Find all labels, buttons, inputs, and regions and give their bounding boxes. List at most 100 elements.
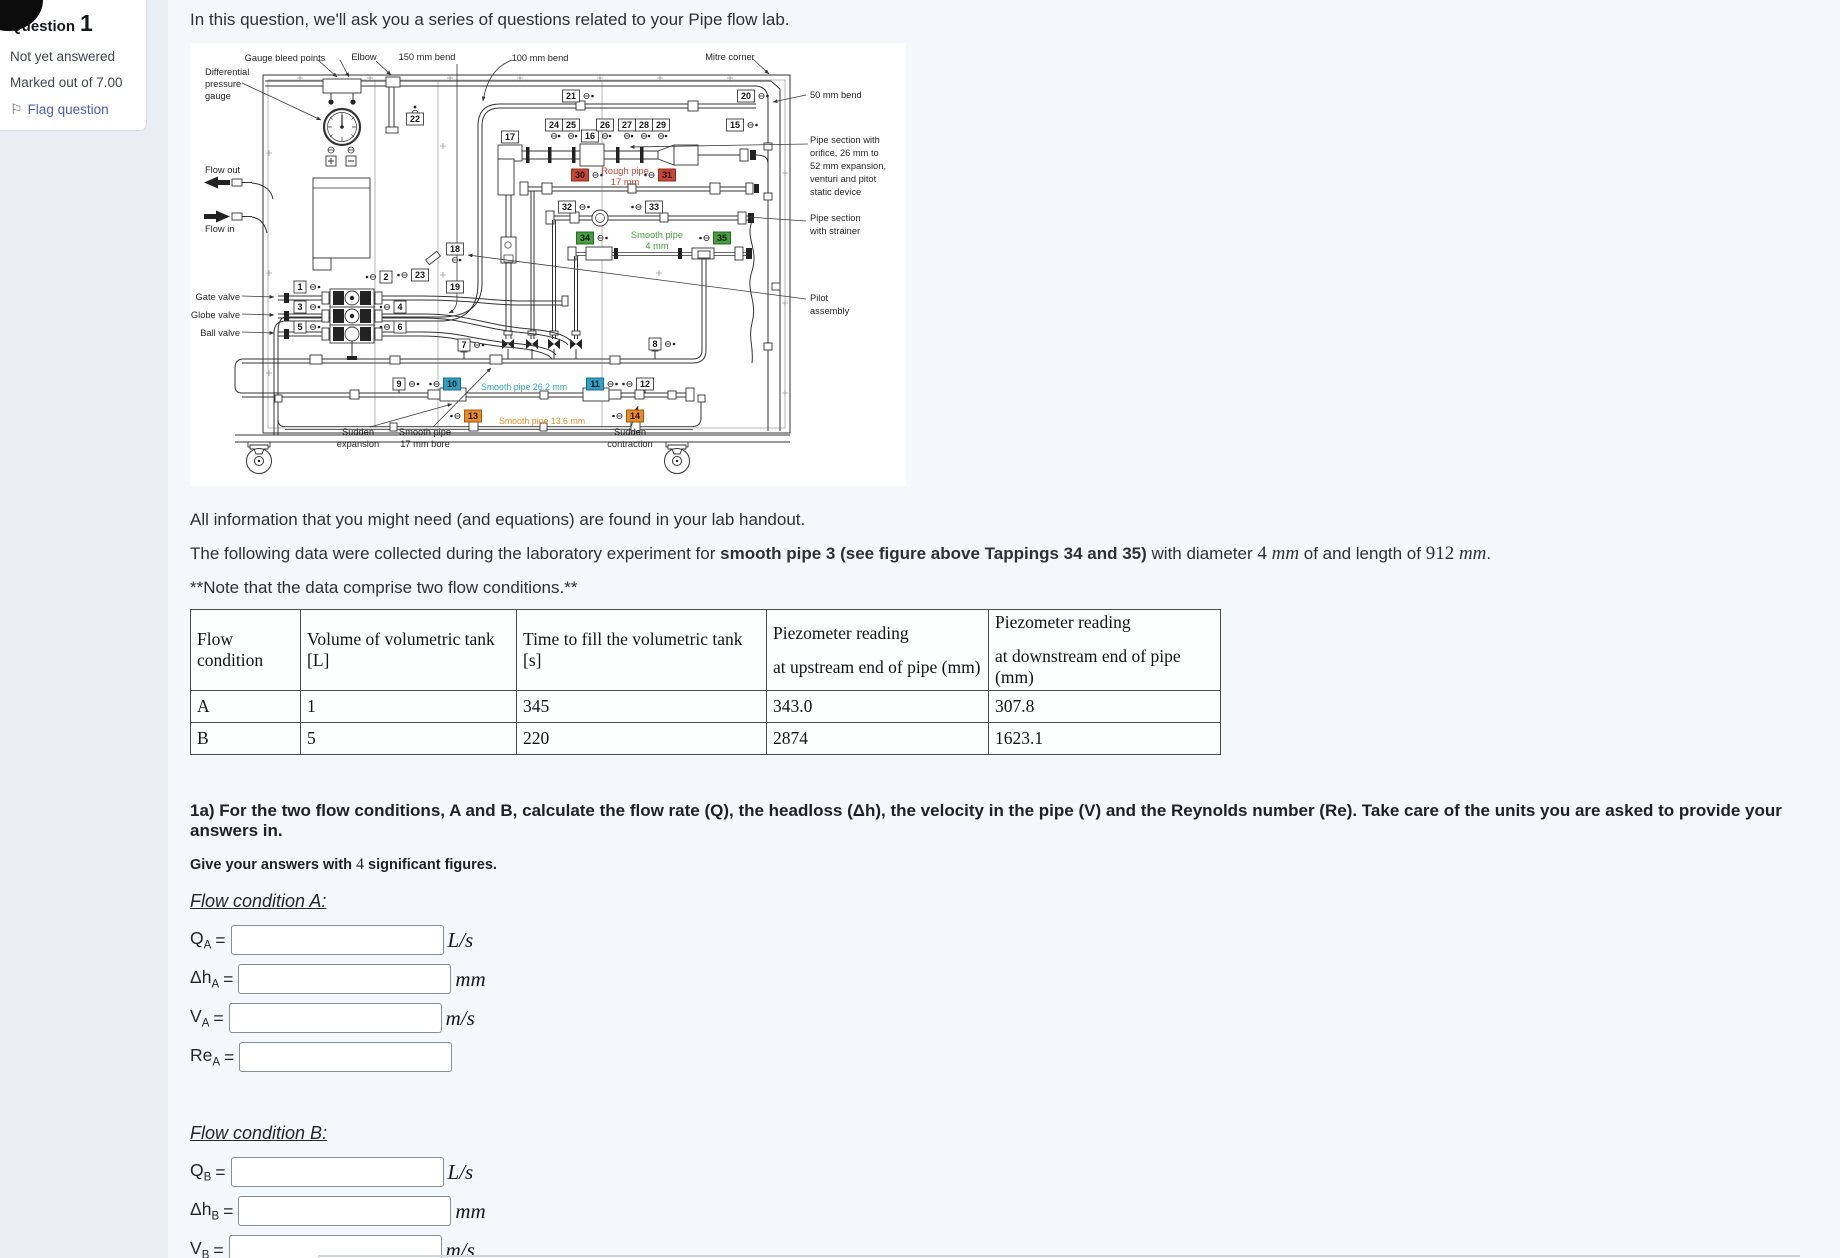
label-differential-pressure-gauge: Differential [205,67,249,77]
col-header-piezo-downstream: Piezometer reading at downstream end of p… [988,609,1221,691]
data-description-pre: The following data were collected during… [190,544,721,563]
field-row-ReA: ReA = [190,1041,1840,1073]
answer-input-QB[interactable] [230,1157,444,1187]
svg-text:24: 24 [549,120,559,130]
answer-input-VA[interactable] [228,1003,442,1033]
tapping-tag-3: 3 [293,300,321,314]
svg-text:14: 14 [630,411,640,421]
tapping-tag-17: 17 [501,130,519,144]
col-header-time: Time to fill the volumetric tank [s] [516,609,767,691]
field-label-QA: QA [190,928,212,952]
svg-text:21: 21 [566,91,576,101]
label-smooth-pipe-262mm: Smooth pipe 26.2 mm [481,382,567,392]
tapping-tag-22: 22 [406,112,424,126]
tapping-tag-25: 25 [562,118,580,139]
tapping-tag-5: 5 [293,320,321,334]
unit-QA: L/s [447,927,474,952]
tapping-tag-26: 26 [596,118,614,139]
cell-condition-B: B [190,722,301,755]
tapping-tag-4: 4 [379,300,407,314]
quiz-page: Question 1 Not yet answered Marked out of… [0,0,1840,1258]
tapping-tag-20: 20 [737,89,769,103]
svg-text:52 mm expansion,: 52 mm expansion, [810,161,886,171]
table-row-A: A 1 345 343.0 307.8 [190,690,1221,723]
handout-note: All information that you might need (and… [190,510,806,529]
unit-dhB: mm [455,1198,486,1223]
rough-pipe-row [519,181,759,196]
svg-text:25: 25 [566,120,576,130]
label-elbow: Elbow [351,52,377,62]
svg-text:orifice, 26 mm to: orifice, 26 mm to [810,148,879,158]
svg-text:26: 26 [600,120,610,130]
unit-QB: L/s [447,1159,474,1184]
label-rough-pipe-17mm: Rough pipe [601,166,649,176]
tapping-tag-8: 8 [648,337,676,351]
svg-text:9: 9 [396,379,401,389]
svg-text:assembly: assembly [810,306,850,316]
field-row-dhA: ΔhA = mm [190,963,1840,995]
svg-text:16: 16 [585,131,595,141]
svg-text:35: 35 [717,233,727,243]
field-row-QA: QA = L/s [190,924,1840,956]
label-flow-out: Flow out [205,165,241,175]
tapping-tag-31: 31 [644,168,676,182]
answer-input-dhB[interactable] [238,1196,452,1226]
flow-condition-B-section: Flow condition B: QB = L/s ΔhB = mm VB = m/… [190,1123,1840,1258]
question-number: 1 [80,10,93,36]
svg-text:pressure: pressure [205,79,241,89]
tapping-tag-18: 18 [446,242,464,263]
svg-text:contraction: contraction [607,439,652,449]
field-row-dhB: ΔhB = mm [190,1195,1840,1227]
svg-text:15: 15 [730,120,740,130]
answer-input-QA[interactable] [230,925,444,955]
sig-figures-count: 4 [356,856,364,873]
smooth-262mm-run [242,387,695,402]
gate-valve-symbol [321,288,383,308]
svg-text:11: 11 [590,379,600,389]
label-mitre-corner: Mitre corner [705,52,755,62]
pipe-diameter-value: 4 [1257,543,1267,564]
unit-dhA: mm [455,966,486,991]
answer-input-dhA[interactable] [238,964,452,994]
pipe-length-unit: mm [1458,543,1487,564]
field-label-QB: QB [190,1160,212,1184]
tapping-tag-34: 34 [576,231,608,245]
svg-text:4: 4 [397,302,402,312]
svg-text:with strainer: with strainer [809,226,860,236]
label-gate-valve: Gate valve [196,292,240,302]
col-header-piezo-upstream: Piezometer reading at upstream end of pip… [766,609,989,691]
label-150mm-bend: 150 mm bend [399,52,456,62]
flag-question-link[interactable]: ⚐ Flag question [10,101,136,118]
data-description: The following data were collected during… [190,543,1492,564]
question-marks: Marked out of 7.00 [10,75,123,90]
flag-question-label: Flag question [27,102,109,117]
flag-icon: ⚐ [10,101,23,117]
svg-text:2: 2 [383,272,388,282]
svg-text:18: 18 [450,244,460,254]
svg-text:28: 28 [639,120,649,130]
field-label-dhB: ΔhB [190,1199,220,1223]
label-sudden-expansion: Sudden [342,427,374,437]
svg-text:33: 33 [649,202,659,212]
svg-text:23: 23 [415,270,425,280]
tapping-tag-28: 28 [635,118,653,139]
label-gauge-bleed-points: Gauge bleed points [245,53,326,63]
svg-text:gauge: gauge [205,91,231,101]
svg-text:20: 20 [741,91,751,101]
two-conditions-note: **Note that the data comprise two flow c… [190,578,578,597]
field-row-QB: QB = L/s [190,1156,1840,1188]
svg-text:6: 6 [397,322,402,332]
pipe-diameter-unit: mm [1271,543,1300,564]
svg-text:30: 30 [575,170,585,180]
svg-text:17 mm bore: 17 mm bore [400,439,450,449]
svg-text:4 mm: 4 mm [645,241,668,251]
svg-text:32: 32 [562,202,572,212]
svg-text:17 mm: 17 mm [611,177,640,187]
tapping-tag-6: 6 [379,320,407,334]
answer-input-ReA[interactable] [239,1042,453,1072]
label-sudden-contraction: Sudden [614,427,646,437]
tapping-tag-21: 21 [562,89,594,103]
flow-condition-A-section: Flow condition A: QA = L/s ΔhA = mm VA = m/… [190,891,1840,1073]
label-100mm-bend: 100 mm bend [512,53,569,63]
label-smooth-pipe-17mm-bore: Smooth pipe [399,427,451,437]
